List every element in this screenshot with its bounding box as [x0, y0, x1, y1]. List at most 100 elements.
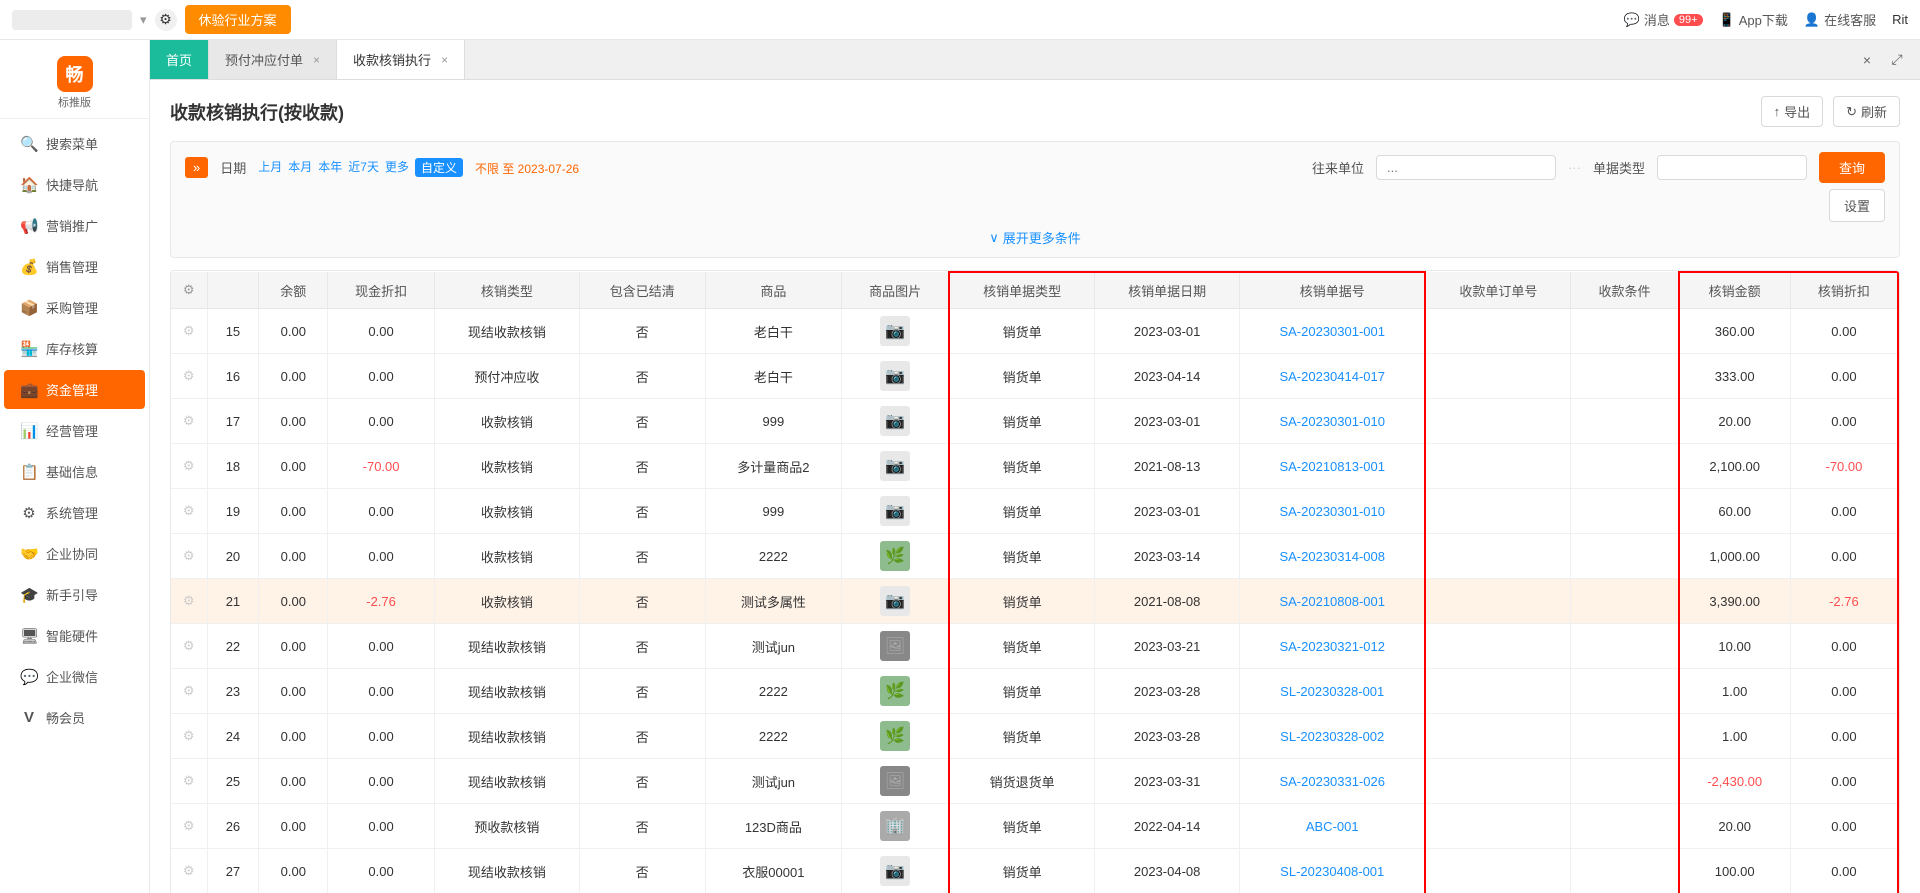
tab-prepay-close[interactable]: ×	[313, 53, 320, 67]
bill-no-link[interactable]: SA-20230321-012	[1279, 639, 1385, 654]
seq-cell: 24	[207, 714, 259, 759]
row-settings[interactable]: ⚙	[171, 669, 207, 714]
settings-button[interactable]: 设置	[1829, 189, 1885, 222]
cash-discount-cell: 0.00	[328, 849, 435, 893]
receipt-order-cell	[1425, 534, 1571, 579]
table-row: ⚙250.000.00现结收款核销否测试jun🖼销货退货单2023-03-31S…	[171, 759, 1898, 804]
bill-no-link[interactable]: SA-20210808-001	[1279, 594, 1385, 609]
bill-date-cell: 2023-04-08	[1095, 849, 1240, 893]
writeoff-amount-cell: 100.00	[1679, 849, 1791, 893]
date-more[interactable]: 更多	[385, 158, 409, 177]
writeoff-discount-cell: 0.00	[1790, 309, 1898, 354]
sidebar-item-wechat[interactable]: 💬 企业微信	[4, 657, 145, 696]
balance-cell: 0.00	[259, 399, 328, 444]
bill-no-link[interactable]: SA-20230314-008	[1279, 549, 1385, 564]
row-settings[interactable]: ⚙	[171, 804, 207, 849]
date-this-month[interactable]: 本月	[288, 158, 312, 177]
th-seq	[207, 272, 259, 309]
product-image-cell: 📷	[842, 579, 950, 624]
writeoff-type-cell: 预收款核销	[434, 804, 579, 849]
sidebar-item-system[interactable]: ⚙ 系统管理	[4, 493, 145, 532]
seq-cell: 18	[207, 444, 259, 489]
sidebar-item-business[interactable]: 📊 经营管理	[4, 411, 145, 450]
notification-area[interactable]: 💬 消息 99+	[1624, 10, 1703, 29]
row-settings[interactable]: ⚙	[171, 309, 207, 354]
product-image-cell: 🖼	[842, 759, 950, 804]
tab-prepay[interactable]: 预付冲应付单 ×	[209, 40, 337, 79]
sidebar-label-collab: 企业协同	[46, 544, 98, 563]
industry-button[interactable]: 休验行业方案	[185, 5, 291, 34]
product-cell: 老白干	[705, 354, 841, 399]
bill-no-link[interactable]: SL-20230328-001	[1280, 684, 1384, 699]
sidebar-item-hardware[interactable]: 🖥 智能硬件	[4, 616, 145, 655]
writeoff-amount-cell: 333.00	[1679, 354, 1791, 399]
sidebar-label-purchase: 采购管理	[46, 298, 98, 317]
cash-discount-cell: 0.00	[328, 354, 435, 399]
sidebar-item-member[interactable]: V 畅会员	[4, 698, 145, 737]
export-button[interactable]: ↑ 导出	[1761, 96, 1824, 127]
sidebar-item-finance[interactable]: 💼 资金管理	[4, 370, 145, 409]
tab-expand-button[interactable]: ⤢	[1886, 49, 1908, 71]
date-this-year[interactable]: 本年	[318, 158, 342, 177]
row-settings[interactable]: ⚙	[171, 534, 207, 579]
bill-no-link[interactable]: ABC-001	[1306, 819, 1359, 834]
date-prev-month[interactable]: 上月	[258, 158, 282, 177]
row-settings[interactable]: ⚙	[171, 354, 207, 399]
sidebar-item-marketing[interactable]: 📢 营销推广	[4, 206, 145, 245]
bill-no-link[interactable]: SA-20230301-001	[1279, 324, 1385, 339]
sidebar-item-collab[interactable]: 🤝 企业协同	[4, 534, 145, 573]
table-settings-icon[interactable]: ⚙	[183, 282, 195, 297]
sidebar-item-purchase[interactable]: 📦 采购管理	[4, 288, 145, 327]
expand-conditions[interactable]: ∨ 展开更多条件	[185, 228, 1885, 247]
date-links: 上月 本月 本年 近7天 更多 自定义	[258, 158, 463, 177]
row-settings[interactable]: ⚙	[171, 759, 207, 804]
sidebar-logo: 畅 标推版	[0, 48, 149, 119]
date-custom[interactable]: 自定义	[415, 158, 463, 177]
bill-no-link[interactable]: SL-20230328-002	[1280, 729, 1384, 744]
doc-type-select[interactable]	[1657, 155, 1807, 180]
tab-home[interactable]: 首页	[150, 40, 209, 79]
row-settings[interactable]: ⚙	[171, 579, 207, 624]
bill-no-link[interactable]: SA-20210813-001	[1279, 459, 1385, 474]
row-settings[interactable]: ⚙	[171, 399, 207, 444]
refresh-label: 刷新	[1861, 102, 1887, 121]
bill-no-link[interactable]: SA-20230301-010	[1279, 414, 1385, 429]
row-settings[interactable]: ⚙	[171, 624, 207, 669]
online-service[interactable]: 👤 在线客服	[1804, 10, 1876, 29]
th-settings[interactable]: ⚙	[171, 272, 207, 309]
writeoff-type-cell: 收款核销	[434, 579, 579, 624]
sidebar-item-basic[interactable]: 📋 基础信息	[4, 452, 145, 491]
date-7days[interactable]: 近7天	[348, 158, 379, 177]
counterparty-input[interactable]	[1376, 155, 1556, 180]
sidebar-item-quicknav[interactable]: 🏠 快捷导航	[4, 165, 145, 204]
bill-no-link[interactable]: SL-20230408-001	[1280, 864, 1384, 879]
query-button[interactable]: 查询	[1819, 152, 1885, 183]
table-row: ⚙170.000.00收款核销否999📷销货单2023-03-01SA-2023…	[171, 399, 1898, 444]
sidebar-item-inventory[interactable]: 🏪 库存核算	[4, 329, 145, 368]
row-settings[interactable]: ⚙	[171, 714, 207, 759]
bill-no-cell: SA-20210808-001	[1240, 579, 1426, 624]
bill-no-link[interactable]: SA-20230301-010	[1279, 504, 1385, 519]
row-settings[interactable]: ⚙	[171, 444, 207, 489]
row-settings[interactable]: ⚙	[171, 489, 207, 534]
tab-close-all-button[interactable]: ×	[1856, 49, 1878, 71]
th-bill-date: 核销单据日期	[1095, 272, 1240, 309]
sidebar-item-search[interactable]: 🔍 搜索菜单	[4, 124, 145, 163]
refresh-button[interactable]: ↻ 刷新	[1833, 96, 1900, 127]
bill-no-link[interactable]: SA-20230331-026	[1279, 774, 1385, 789]
gear-button[interactable]: ⚙	[155, 9, 177, 31]
row-settings[interactable]: ⚙	[171, 849, 207, 893]
filter-expand-button[interactable]: »	[185, 157, 208, 178]
dropdown-icon[interactable]: ▾	[140, 12, 147, 28]
table-row: ⚙190.000.00收款核销否999📷销货单2023-03-01SA-2023…	[171, 489, 1898, 534]
sidebar-item-sales[interactable]: 💰 销售管理	[4, 247, 145, 286]
user-name[interactable]: Rit	[1892, 12, 1908, 27]
tab-collection-close[interactable]: ×	[441, 53, 448, 67]
tab-collection[interactable]: 收款核销执行 ×	[337, 40, 465, 79]
bill-no-link[interactable]: SA-20230414-017	[1279, 369, 1385, 384]
product-cell: 2222	[705, 534, 841, 579]
included-cleared-cell: 否	[579, 714, 705, 759]
seq-cell: 27	[207, 849, 259, 893]
app-download[interactable]: 📱 App下载	[1719, 10, 1788, 29]
sidebar-item-guide[interactable]: 🎓 新手引导	[4, 575, 145, 614]
